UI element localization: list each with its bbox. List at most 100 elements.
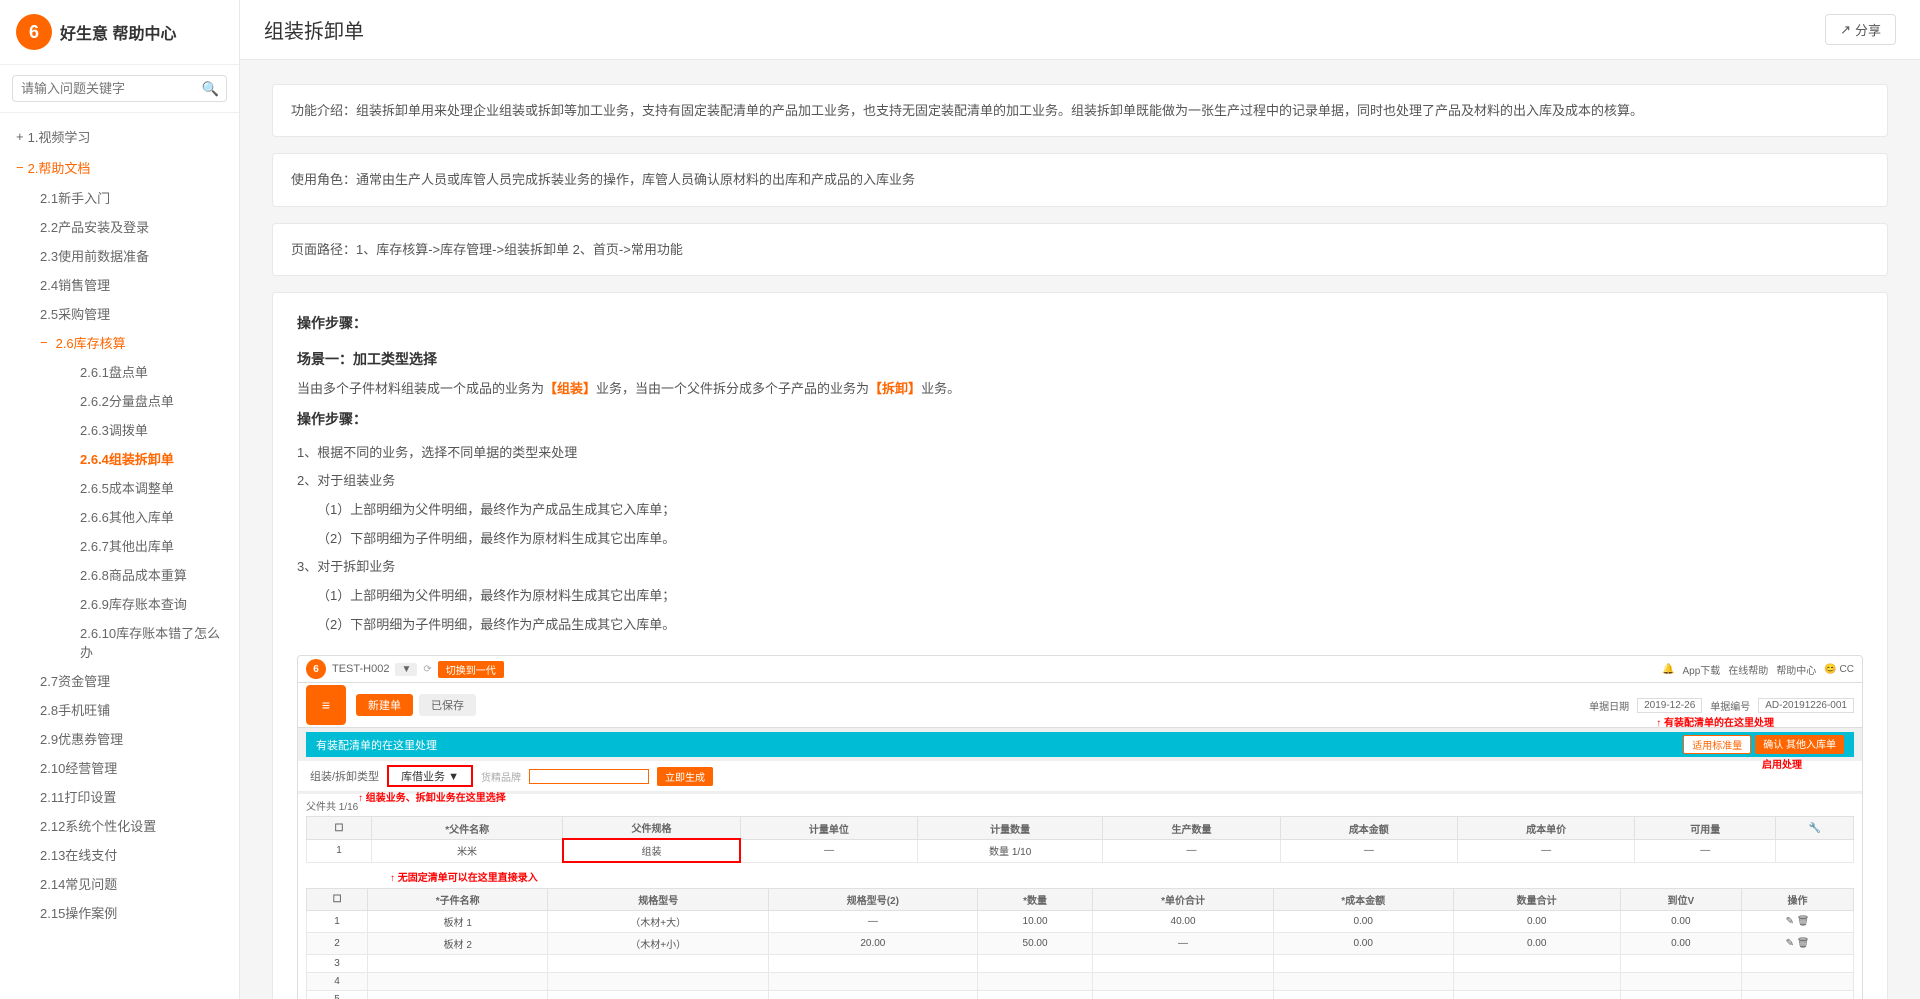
share-button[interactable]: ↗ 分享 [1825, 14, 1896, 45]
th-prod-qty: 生产数量 [1103, 817, 1280, 840]
th2-arrive: 到位V [1620, 889, 1741, 911]
logo-icon: 6 [16, 14, 52, 50]
th2-child-name: *子件名称 [368, 889, 548, 911]
th-parent-name: *父件名称 [372, 817, 563, 840]
mock-type-select[interactable]: 库借业务 ▼ [387, 765, 473, 787]
annotation-3: 启用处理 [1762, 756, 1802, 771]
th-checkbox: ☐ [307, 817, 372, 840]
mock-apps: App下载 [1683, 662, 1721, 677]
mock-row-count: 父件共 1/16 [306, 798, 1854, 813]
mock-standard-btn[interactable]: 适用标准量 [1683, 735, 1751, 754]
step2-1: （1）上部明细为父件明细，最终作为产成品生成其它入库单； [297, 498, 1863, 523]
annotation-4-area: ↑ 无固定清单可以在这里直接录入 [298, 867, 1862, 884]
intro-block-2: 使用角色：通常由生产人员或库管人员完成拆装业务的操作，库管人员确认原材料的出库和… [272, 153, 1888, 206]
sidebar-item-ledger-error[interactable]: 2.6.10库存账本错了怎么办 [64, 618, 239, 666]
mock-add-btn[interactable]: 立即生成 [657, 767, 713, 786]
intro-block-1: 功能介绍：组装拆卸单用来处理企业组装或拆卸等加工业务，支持有固定装配清单的产品加… [272, 84, 1888, 137]
sidebar-item-stocktake[interactable]: 2.6.1盘点单 [64, 357, 239, 386]
content-area[interactable]: 功能介绍：组装拆卸单用来处理企业组装或拆卸等加工业务，支持有固定装配清单的产品加… [240, 60, 1920, 999]
sidebar-item-other-out[interactable]: 2.6.7其他出库单 [64, 531, 239, 560]
th2-checkbox: ☐ [307, 889, 368, 911]
th2-spec2: 规格型号(2) [769, 889, 978, 911]
cell-highlight: 组装 [642, 847, 662, 858]
th2-qty-total: 数量合计 [1453, 889, 1620, 911]
th-avail: 可用量 [1635, 817, 1776, 840]
sidebar-item-install[interactable]: 2.2产品安装及登录 [24, 212, 239, 241]
sidebar-item-assembly[interactable]: 2.6.4组装拆卸单 [64, 444, 239, 473]
step3-1: （1）上部明细为父件明细，最终作为原材料生成其它出库单； [297, 584, 1863, 609]
table-row: 4 [307, 973, 1854, 991]
th2-cost: *成本金额 [1273, 889, 1453, 911]
mock-company: TEST-H002 [332, 663, 389, 675]
mock-green-text: 有装配清单的在这里处理 [316, 737, 437, 753]
main-header: 组装拆卸单 ↗ 分享 [240, 0, 1920, 60]
step1: 1、根据不同的业务，选择不同单据的类型来处理 [297, 441, 1863, 466]
sidebar-item-inventory[interactable]: − 2.6库存核算 [24, 328, 239, 357]
mock-dropdown: ▼ [395, 663, 417, 676]
sidebar-item-payment[interactable]: 2.13在线支付 [24, 840, 239, 869]
mock-confirm-btn[interactable]: 确认 其他入库单 [1755, 735, 1844, 754]
sidebar-item-cost-recalc[interactable]: 2.6.8商品成本重算 [64, 560, 239, 589]
mock-screenshot: 6 TEST-H002 ▼ ⟳ 切换到一代 🔔 App下载 在线帮助 帮助中心 … [298, 656, 1862, 999]
screenshot-container: 6 TEST-H002 ▼ ⟳ 切换到一代 🔔 App下载 在线帮助 帮助中心 … [297, 655, 1863, 999]
sidebar-item-cases[interactable]: 2.15操作案例 [24, 898, 239, 927]
main-panel: 组装拆卸单 ↗ 分享 功能介绍：组装拆卸单用来处理企业组装或拆卸等加工业务，支持… [240, 0, 1920, 999]
mock-tab-new[interactable]: 新建单 [356, 694, 413, 716]
mock-avatar: 😊 CC [1824, 664, 1854, 675]
th-cost-price: 成本单价 [1457, 817, 1634, 840]
table-row: 2板材 2（木材+小）20.0050.00—0.000.000.00✎ 🗑 [307, 933, 1854, 955]
table-row: 1板材 1（木材+大）—10.0040.000.000.000.00✎ 🗑 [307, 911, 1854, 933]
sidebar-item-sales[interactable]: 2.4销售管理 [24, 270, 239, 299]
mock-date-field: 单据日期 [1589, 698, 1629, 713]
mock-center: 帮助中心 [1776, 662, 1816, 677]
sidebar-item-capital[interactable]: 2.7资金管理 [24, 666, 239, 695]
mock-help: 在线帮助 [1728, 662, 1768, 677]
sidebar-item-dataprep[interactable]: 2.3使用前数据准备 [24, 241, 239, 270]
mock-date-val[interactable]: 2019-12-26 [1637, 698, 1702, 713]
th2-unit-total: *单价合计 [1093, 889, 1273, 911]
th-unit: 计量单位 [740, 817, 917, 840]
scene1-desc: 当由多个子件材料组装成一个成品的业务为【组装】业务，当由一个父件拆分成多个子产品… [297, 377, 1863, 400]
mock-sync-icon: ⟳ [423, 664, 431, 675]
sidebar-item-partial-stocktake[interactable]: 2.6.2分量盘点单 [64, 386, 239, 415]
sidebar-item-docs[interactable]: − 2.帮助文档 [0, 152, 239, 183]
th-parent-spec: 父件规格 [563, 817, 740, 840]
page-title: 组装拆卸单 [264, 15, 364, 44]
sidebar-item-beginner[interactable]: 2.1新手入门 [24, 183, 239, 212]
sidebar-item-other-in[interactable]: 2.6.6其他入库单 [64, 502, 239, 531]
mock-tab-saved[interactable]: 已保存 [419, 694, 476, 716]
sidebar-item-customize[interactable]: 2.12系统个性化设置 [24, 811, 239, 840]
steps-title: 操作步骤： [297, 409, 1863, 429]
mock-search-area: 货精品牌 [481, 769, 521, 784]
search-icon: 🔍 [202, 80, 219, 97]
mock-green-bar: 有装配清单的在这里处理 适用标准量 确认 其他入库单 [306, 732, 1854, 757]
search-input[interactable] [12, 75, 227, 102]
sidebar: 6 好生意 帮助中心 🔍 + 1.视频学习 − 2.帮助文档 2.1新手入门 2… [0, 0, 240, 999]
nav-tree: + 1.视频学习 − 2.帮助文档 2.1新手入门 2.2产品安装及登录 2.3… [0, 113, 239, 999]
intro-block-3: 页面路径：1、库存核算->库存管理->组装拆卸单 2、首页->常用功能 [272, 223, 1888, 276]
mock-app-icon: 6 [306, 659, 326, 679]
mock-new-btn[interactable]: 切换到一代 [438, 661, 504, 678]
mock-type-label: 组装/拆卸类型 [310, 768, 379, 784]
sidebar-item-video[interactable]: + 1.视频学习 [0, 121, 239, 152]
scene1-title: 场景一：加工类型选择 [297, 349, 1863, 369]
annotation-4: ↑ 无固定清单可以在这里直接录入 [390, 869, 538, 884]
mock-code-label: 单据编号 [1710, 698, 1750, 713]
sidebar-item-mobile[interactable]: 2.8手机旺铺 [24, 695, 239, 724]
sidebar-item-faq[interactable]: 2.14常见问题 [24, 869, 239, 898]
sidebar-item-cost-adjust[interactable]: 2.6.5成本调整单 [64, 473, 239, 502]
annotation-arrow-2: ↑ 有装配清单的在这里处理 [1656, 714, 1774, 729]
mock-supplier-input[interactable] [529, 769, 649, 784]
th-cost-amt: 成本金额 [1280, 817, 1457, 840]
content-body: 操作步骤： 场景一：加工类型选择 当由多个子件材料组装成一个成品的业务为【组装】… [272, 292, 1888, 999]
table-row: 3 [307, 955, 1854, 973]
share-icon: ↗ [1840, 22, 1851, 38]
sidebar-item-operations[interactable]: 2.10经营管理 [24, 753, 239, 782]
sidebar-item-transfer[interactable]: 2.6.3调拨单 [64, 415, 239, 444]
mock-bell: 🔔 [1662, 664, 1674, 675]
sidebar-item-purchase[interactable]: 2.5采购管理 [24, 299, 239, 328]
sidebar-item-print[interactable]: 2.11打印设置 [24, 782, 239, 811]
sidebar-item-ledger-query[interactable]: 2.6.9库存账本查询 [64, 589, 239, 618]
logo-area: 6 好生意 帮助中心 [0, 0, 239, 65]
sidebar-item-coupon[interactable]: 2.9优惠券管理 [24, 724, 239, 753]
